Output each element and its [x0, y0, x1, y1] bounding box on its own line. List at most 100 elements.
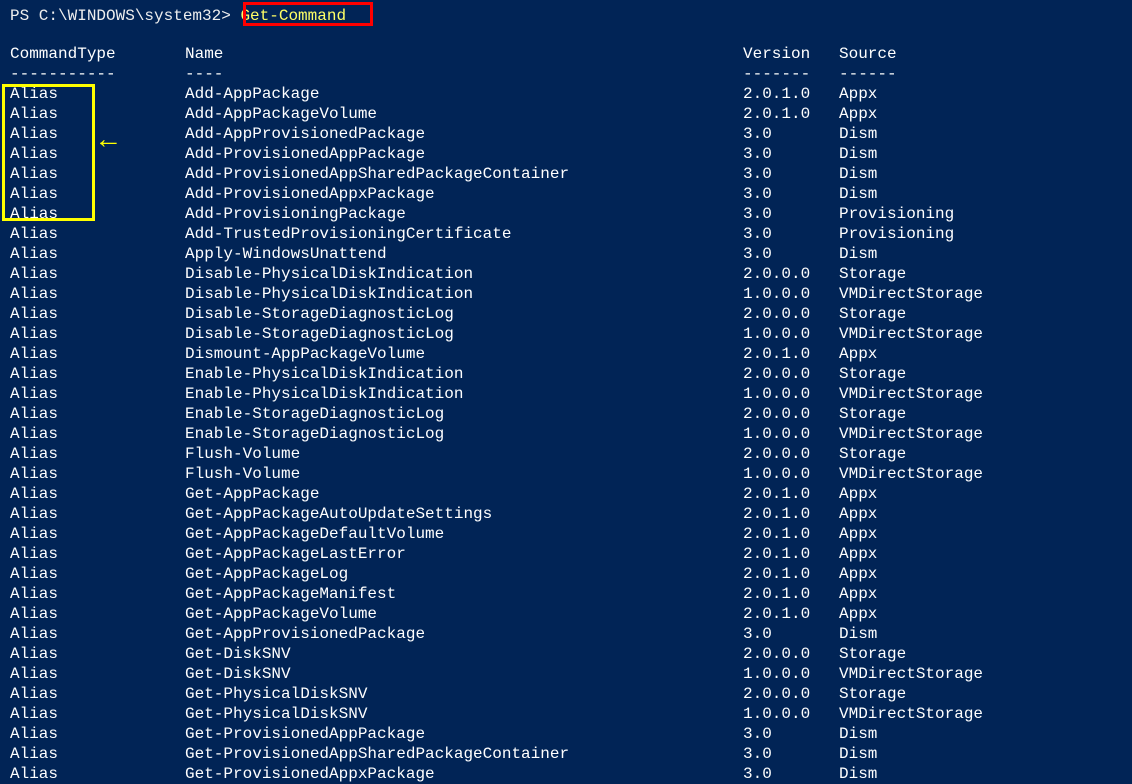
table-row: AliasGet-AppPackageLastError2.0.1.0Appx: [10, 544, 1122, 564]
table-body: AliasAdd-AppPackage2.0.1.0AppxAliasAdd-A…: [10, 84, 1122, 784]
cell-source: Appx: [839, 604, 877, 624]
table-row: AliasEnable-StorageDiagnosticLog2.0.0.0S…: [10, 404, 1122, 424]
cell-commandtype: Alias: [10, 164, 185, 184]
cell-name: Get-AppProvisionedPackage: [185, 624, 743, 644]
table-row: AliasAdd-AppPackage2.0.1.0Appx: [10, 84, 1122, 104]
cell-source: Dism: [839, 624, 877, 644]
output-area[interactable]: CommandType Name Version Source --------…: [10, 44, 1122, 784]
prompt-prefix: PS C:\WINDOWS\system32>: [10, 7, 240, 25]
cell-name: Add-AppPackage: [185, 84, 743, 104]
cell-source: Storage: [839, 364, 906, 384]
cell-commandtype: Alias: [10, 264, 185, 284]
cell-version: 2.0.0.0: [743, 444, 839, 464]
cell-source: Appx: [839, 84, 877, 104]
cell-name: Get-PhysicalDiskSNV: [185, 684, 743, 704]
cell-source: Appx: [839, 564, 877, 584]
cell-name: Add-ProvisionedAppxPackage: [185, 184, 743, 204]
table-row: AliasEnable-PhysicalDiskIndication1.0.0.…: [10, 384, 1122, 404]
table-row: AliasGet-DiskSNV1.0.0.0VMDirectStorage: [10, 664, 1122, 684]
table-row: AliasDismount-AppPackageVolume2.0.1.0App…: [10, 344, 1122, 364]
cell-version: 3.0: [743, 124, 839, 144]
cell-source: Storage: [839, 684, 906, 704]
cell-commandtype: Alias: [10, 624, 185, 644]
cell-version: 2.0.0.0: [743, 264, 839, 284]
cell-name: Disable-PhysicalDiskIndication: [185, 284, 743, 304]
table-row: AliasGet-PhysicalDiskSNV1.0.0.0VMDirectS…: [10, 704, 1122, 724]
cell-name: Get-ProvisionedAppPackage: [185, 724, 743, 744]
cell-version: 2.0.1.0: [743, 504, 839, 524]
cell-name: Disable-PhysicalDiskIndication: [185, 264, 743, 284]
cell-source: Storage: [839, 644, 906, 664]
table-row: AliasGet-AppPackageLog2.0.1.0Appx: [10, 564, 1122, 584]
cell-source: Dism: [839, 124, 877, 144]
cell-source: Dism: [839, 764, 877, 784]
table-row: AliasFlush-Volume2.0.0.0Storage: [10, 444, 1122, 464]
cell-source: Dism: [839, 144, 877, 164]
table-row: AliasAdd-AppPackageVolume2.0.1.0Appx: [10, 104, 1122, 124]
cell-source: Provisioning: [839, 204, 954, 224]
cell-name: Flush-Volume: [185, 464, 743, 484]
cell-commandtype: Alias: [10, 644, 185, 664]
cell-commandtype: Alias: [10, 484, 185, 504]
table-row: AliasGet-AppPackageVolume2.0.1.0Appx: [10, 604, 1122, 624]
cell-name: Disable-StorageDiagnosticLog: [185, 324, 743, 344]
cell-name: Enable-PhysicalDiskIndication: [185, 384, 743, 404]
cell-source: VMDirectStorage: [839, 464, 983, 484]
cell-commandtype: Alias: [10, 124, 185, 144]
table-row: AliasEnable-StorageDiagnosticLog1.0.0.0V…: [10, 424, 1122, 444]
cell-commandtype: Alias: [10, 544, 185, 564]
table-row: AliasGet-AppPackage2.0.1.0Appx: [10, 484, 1122, 504]
cell-source: VMDirectStorage: [839, 384, 983, 404]
cell-name: Get-DiskSNV: [185, 664, 743, 684]
cell-source: VMDirectStorage: [839, 664, 983, 684]
cell-version: 2.0.1.0: [743, 84, 839, 104]
cell-name: Get-AppPackageDefaultVolume: [185, 524, 743, 544]
table-row: AliasDisable-PhysicalDiskIndication2.0.0…: [10, 264, 1122, 284]
cell-name: Enable-StorageDiagnosticLog: [185, 424, 743, 444]
cell-source: Appx: [839, 504, 877, 524]
table-row: AliasDisable-PhysicalDiskIndication1.0.0…: [10, 284, 1122, 304]
table-row: AliasGet-AppPackageAutoUpdateSettings2.0…: [10, 504, 1122, 524]
header-source: Source: [839, 44, 897, 64]
cell-version: 1.0.0.0: [743, 424, 839, 444]
cell-name: Get-AppPackageVolume: [185, 604, 743, 624]
cell-version: 3.0: [743, 744, 839, 764]
cell-source: Appx: [839, 544, 877, 564]
cell-source: VMDirectStorage: [839, 424, 983, 444]
cell-commandtype: Alias: [10, 704, 185, 724]
cell-version: 3.0: [743, 764, 839, 784]
table-row: AliasGet-ProvisionedAppxPackage3.0Dism: [10, 764, 1122, 784]
cell-commandtype: Alias: [10, 724, 185, 744]
underline-source: ------: [839, 64, 897, 84]
table-row: AliasAdd-ProvisionedAppPackage3.0Dism: [10, 144, 1122, 164]
header-commandtype: CommandType: [10, 44, 185, 64]
cell-version: 3.0: [743, 624, 839, 644]
cell-version: 1.0.0.0: [743, 324, 839, 344]
cell-source: Dism: [839, 744, 877, 764]
cell-commandtype: Alias: [10, 84, 185, 104]
cell-source: VMDirectStorage: [839, 284, 983, 304]
table-row: AliasGet-AppPackageDefaultVolume2.0.1.0A…: [10, 524, 1122, 544]
cell-name: Get-ProvisionedAppSharedPackageContainer: [185, 744, 743, 764]
cell-version: 2.0.1.0: [743, 344, 839, 364]
cell-name: Get-ProvisionedAppxPackage: [185, 764, 743, 784]
table-row: AliasAdd-AppProvisionedPackage3.0Dism: [10, 124, 1122, 144]
prompt-line[interactable]: PS C:\WINDOWS\system32> Get-Command: [10, 6, 1122, 26]
cell-version: 2.0.1.0: [743, 484, 839, 504]
cell-name: Add-TrustedProvisioningCertificate: [185, 224, 743, 244]
cell-commandtype: Alias: [10, 304, 185, 324]
cell-version: 1.0.0.0: [743, 384, 839, 404]
cell-name: Get-AppPackageManifest: [185, 584, 743, 604]
cell-name: Get-DiskSNV: [185, 644, 743, 664]
cell-commandtype: Alias: [10, 524, 185, 544]
cell-commandtype: Alias: [10, 684, 185, 704]
cell-name: Add-ProvisionedAppSharedPackageContainer: [185, 164, 743, 184]
cell-source: Dism: [839, 164, 877, 184]
cell-commandtype: Alias: [10, 144, 185, 164]
cell-commandtype: Alias: [10, 664, 185, 684]
cell-version: 3.0: [743, 224, 839, 244]
cell-commandtype: Alias: [10, 604, 185, 624]
cell-commandtype: Alias: [10, 324, 185, 344]
cell-commandtype: Alias: [10, 224, 185, 244]
cell-version: 2.0.0.0: [743, 304, 839, 324]
